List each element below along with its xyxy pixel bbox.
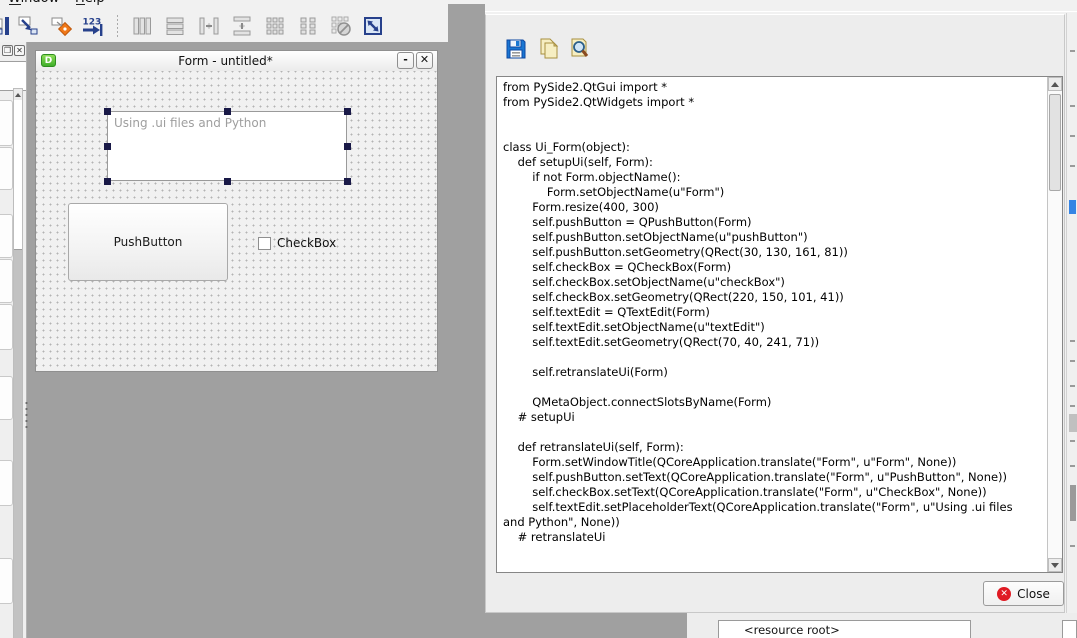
pushbutton-widget[interactable]: PushButton bbox=[68, 203, 228, 281]
widget-box-item[interactable] bbox=[0, 376, 13, 420]
textedit-widget[interactable]: Using .ui files and Python bbox=[107, 111, 347, 181]
edit-tab-order-icon: 123 bbox=[81, 15, 103, 37]
edit-tab-order-button[interactable]: 123 bbox=[79, 13, 105, 39]
widget-filter-input[interactable] bbox=[0, 61, 27, 91]
mdi-area bbox=[485, 613, 688, 638]
layout-vertical-splitter-button[interactable] bbox=[229, 13, 255, 39]
mdi-area bbox=[448, 4, 485, 44]
widget-box-item[interactable] bbox=[0, 460, 13, 506]
widget-box-item[interactable] bbox=[0, 214, 13, 258]
checkbox-box-icon bbox=[258, 237, 271, 250]
form-window-title: Form - untitled* bbox=[58, 54, 393, 68]
arrow-down-icon bbox=[1051, 563, 1059, 568]
save-icon bbox=[504, 37, 528, 61]
selection-handle[interactable] bbox=[104, 108, 111, 115]
adjust-size-icon bbox=[362, 15, 384, 37]
widget-box-item[interactable] bbox=[0, 558, 13, 604]
selection-handle[interactable] bbox=[344, 143, 351, 150]
arrow-up-icon bbox=[1051, 82, 1059, 87]
edit-signals-slots-icon bbox=[17, 15, 39, 37]
selection-handle[interactable] bbox=[224, 178, 231, 185]
checkbox-label: CheckBox bbox=[277, 236, 336, 250]
form-titlebar[interactable]: D Form - untitled* - ✕ bbox=[36, 51, 437, 72]
break-layout-icon bbox=[330, 15, 352, 37]
svg-text:123: 123 bbox=[83, 18, 102, 28]
resource-browser-dock: <resource root> bbox=[687, 613, 1077, 638]
layout-vertical-splitter-icon bbox=[231, 15, 253, 37]
scrollbar-handle[interactable] bbox=[1070, 485, 1076, 521]
menubar-highlight-line bbox=[485, 11, 1077, 12]
selection-handle[interactable] bbox=[344, 108, 351, 115]
adjust-size-button[interactable] bbox=[360, 13, 386, 39]
edit-buddies-icon bbox=[50, 15, 72, 37]
textedit-placeholder: Using .ui files and Python bbox=[114, 116, 266, 130]
form-window: D Form - untitled* - ✕ Using .ui files a… bbox=[35, 50, 438, 372]
layout-grid-icon bbox=[264, 15, 286, 37]
selected-row-edge bbox=[1069, 200, 1076, 214]
splitter-handle[interactable] bbox=[25, 400, 28, 432]
resource-detail-pane[interactable] bbox=[1062, 620, 1077, 638]
layout-horizontal-button[interactable] bbox=[129, 13, 155, 39]
generated-python-code: from PySide2.QtGui import * from PySide2… bbox=[497, 77, 1062, 548]
selection-handle[interactable] bbox=[224, 108, 231, 115]
checkbox-widget[interactable]: CheckBox bbox=[258, 224, 359, 265]
layout-horizontal-splitter-button[interactable] bbox=[196, 13, 222, 39]
scroll-up-button[interactable] bbox=[1048, 77, 1062, 91]
find-icon bbox=[568, 37, 592, 61]
widget-box-panel: ❐ ✕ bbox=[0, 42, 27, 638]
layout-horizontal-icon bbox=[131, 15, 153, 37]
layout-horizontal-splitter-icon bbox=[198, 15, 220, 37]
layout-grid-button[interactable] bbox=[262, 13, 288, 39]
qt-designer-screen: Window Help 123 bbox=[0, 0, 1077, 638]
menu-item-help[interactable]: Help bbox=[75, 0, 105, 6]
layout-form-icon bbox=[297, 15, 319, 37]
widget-box-item[interactable] bbox=[0, 304, 13, 350]
scroll-down-button[interactable] bbox=[1048, 558, 1062, 572]
form-close-button[interactable]: ✕ bbox=[416, 52, 433, 69]
copy-button[interactable] bbox=[537, 37, 561, 61]
scrollbar-handle[interactable] bbox=[14, 249, 22, 638]
dock-float-button[interactable]: ❐ bbox=[2, 45, 13, 56]
widget-box-item[interactable] bbox=[0, 147, 13, 190]
mnemonic-underline bbox=[9, 4, 21, 5]
close-button-label: Close bbox=[1017, 587, 1050, 601]
selection-handle[interactable] bbox=[104, 143, 111, 150]
widget-box-scrollbar[interactable] bbox=[13, 88, 23, 638]
mnemonic-underline bbox=[76, 4, 85, 5]
designer-form-icon: D bbox=[41, 54, 56, 67]
scroll-up-button[interactable] bbox=[14, 89, 22, 100]
edit-signals-slots-button[interactable] bbox=[15, 13, 41, 39]
widget-box-item[interactable] bbox=[0, 100, 13, 146]
layout-vertical-button[interactable] bbox=[162, 13, 188, 39]
break-layout-button[interactable] bbox=[328, 13, 354, 39]
code-preview-panel: from PySide2.QtGui import * from PySide2… bbox=[485, 14, 1065, 613]
close-button[interactable]: ✕ Close bbox=[983, 581, 1064, 606]
scrollbar-handle[interactable] bbox=[1049, 94, 1061, 191]
edit-widgets-icon bbox=[0, 15, 11, 37]
dock-close-button[interactable]: ✕ bbox=[14, 45, 25, 56]
resource-tree[interactable]: <resource root> bbox=[718, 620, 971, 638]
layout-vertical-icon bbox=[164, 15, 186, 37]
close-red-icon: ✕ bbox=[997, 587, 1011, 601]
menubar: Window Help bbox=[0, 0, 460, 6]
code-editor[interactable]: from PySide2.QtGui import * from PySide2… bbox=[496, 76, 1063, 573]
property-panel-edge bbox=[1066, 13, 1077, 638]
save-button[interactable] bbox=[504, 37, 528, 61]
toolbar-separator bbox=[117, 15, 119, 37]
find-button[interactable] bbox=[568, 37, 592, 61]
form-minimize-button[interactable]: - bbox=[397, 52, 414, 69]
arrow-up-icon bbox=[15, 93, 21, 97]
edit-widgets-button[interactable] bbox=[0, 13, 13, 39]
resource-root-item[interactable]: <resource root> bbox=[744, 623, 840, 637]
code-scrollbar[interactable] bbox=[1047, 77, 1062, 572]
layout-form-button[interactable] bbox=[295, 13, 321, 39]
selection-handle[interactable] bbox=[344, 178, 351, 185]
copy-icon bbox=[537, 37, 561, 61]
selection-handle[interactable] bbox=[104, 178, 111, 185]
menu-item-window[interactable]: Window bbox=[8, 0, 59, 6]
widget-box-item[interactable] bbox=[0, 259, 13, 303]
edit-buddies-button[interactable] bbox=[48, 13, 74, 39]
